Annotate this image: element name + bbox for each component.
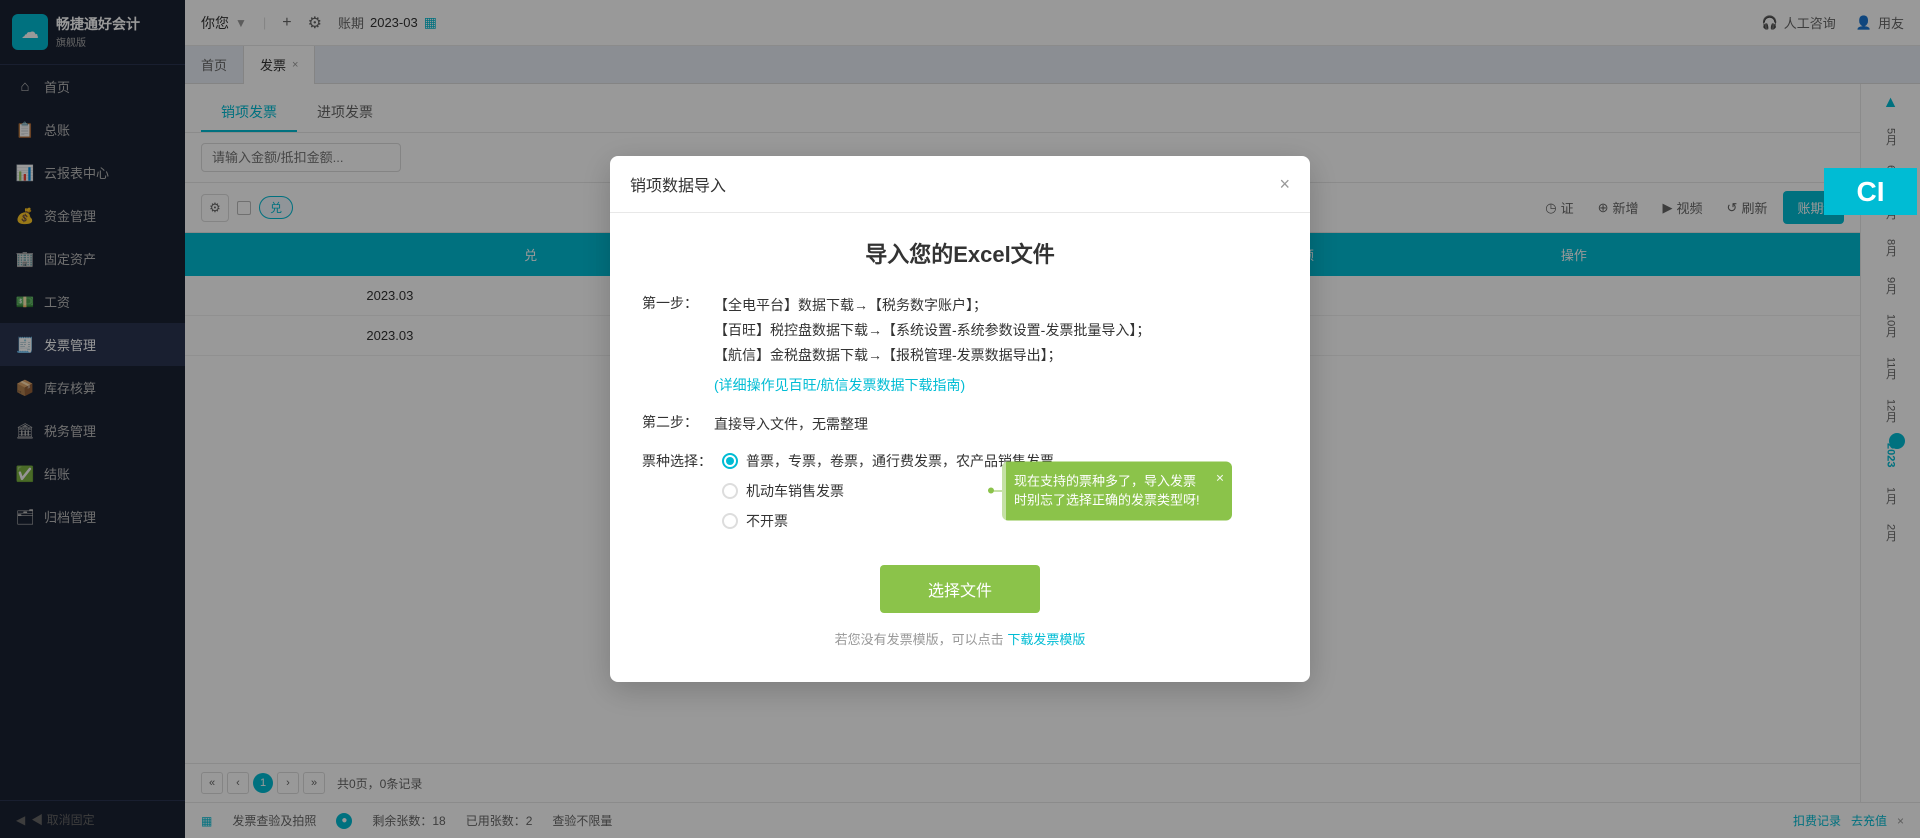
radio-normal-circle <box>722 453 738 469</box>
guide-link[interactable]: (详细操作见百旺/航信发票数据下载指南) <box>714 377 965 393</box>
dialog-body: 导入您的Excel文件 第一步： 【全电平台】数据下载→【税务数字账户】； 【百… <box>610 213 1310 682</box>
dialog-close-btn[interactable]: × <box>1279 175 1290 193</box>
step2-label: 第二步： <box>642 412 702 432</box>
ci-badge: CI <box>1824 168 1917 215</box>
radio-none-circle <box>722 513 738 529</box>
step1-label: 第一步： <box>642 293 702 313</box>
step1-content: 【全电平台】数据下载→【税务数字账户】； 【百旺】税控盘数据下载→【系统设置-系… <box>714 293 1150 398</box>
select-file-area: 选择文件 <box>642 565 1278 613</box>
step1-line3: 【航信】金税盘数据下载→【报税管理-发票数据导出】； <box>714 343 1150 368</box>
dialog-overlay: 销项数据导入 × 导入您的Excel文件 第一步： 【全电平台】数据下载→【税务… <box>0 0 1920 838</box>
step1-row: 第一步： 【全电平台】数据下载→【税务数字账户】； 【百旺】税控盘数据下载→【系… <box>642 293 1278 398</box>
footer-text: 若您没有发票模版，可以点击 <box>835 632 1004 647</box>
tooltip-text: 现在支持的票种多了，导入发票时别忘了选择正确的发票类型呀! <box>1014 473 1200 508</box>
dialog-footer: 若您没有发票模版，可以点击 下载发票模版 <box>642 629 1278 652</box>
step2-row: 第二步： 直接导入文件，无需整理 <box>642 412 1278 437</box>
radio-motor-circle <box>722 483 738 499</box>
step1-line2: 【百旺】税控盘数据下载→【系统设置-系统参数设置-发票批量导入】； <box>714 318 1150 343</box>
dialog-title: 销项数据导入 <box>630 172 726 196</box>
tooltip-close-btn[interactable]: × <box>1216 467 1224 488</box>
step1-line1: 【全电平台】数据下载→【税务数字账户】； <box>714 293 1150 318</box>
step2-content: 直接导入文件，无需整理 <box>714 412 868 437</box>
radio-none-label: 不开票 <box>746 511 788 531</box>
dialog-header: 销项数据导入 × <box>610 156 1310 213</box>
tooltip-line <box>990 491 1002 492</box>
ticket-label: 票种选择： <box>642 451 722 471</box>
ticket-choice-row: 票种选择： 普票，专票，卷票，通行费发票，农产品销售发票 机动车销售发票 <box>642 451 1278 541</box>
radio-group: 普票，专票，卷票，通行费发票，农产品销售发票 机动车销售发票 <box>722 451 1054 541</box>
select-file-btn[interactable]: 选择文件 <box>880 565 1040 613</box>
radio-motor[interactable]: 机动车销售发票 现在支持的票种多了，导入发票时别忘了选择正确的发票类型呀! <box>722 481 1054 501</box>
import-dialog: 销项数据导入 × 导入您的Excel文件 第一步： 【全电平台】数据下载→【税务… <box>610 156 1310 682</box>
tooltip-container: 现在支持的票种多了，导入发票时别忘了选择正确的发票类型呀! × <box>1002 461 1232 520</box>
tooltip-bubble: 现在支持的票种多了，导入发票时别忘了选择正确的发票类型呀! × <box>1002 461 1232 520</box>
dialog-main-title: 导入您的Excel文件 <box>642 237 1278 269</box>
tooltip-bar <box>1002 461 1006 520</box>
download-template-link[interactable]: 下载发票模版 <box>1007 632 1085 647</box>
radio-motor-label: 机动车销售发票 <box>746 481 844 501</box>
